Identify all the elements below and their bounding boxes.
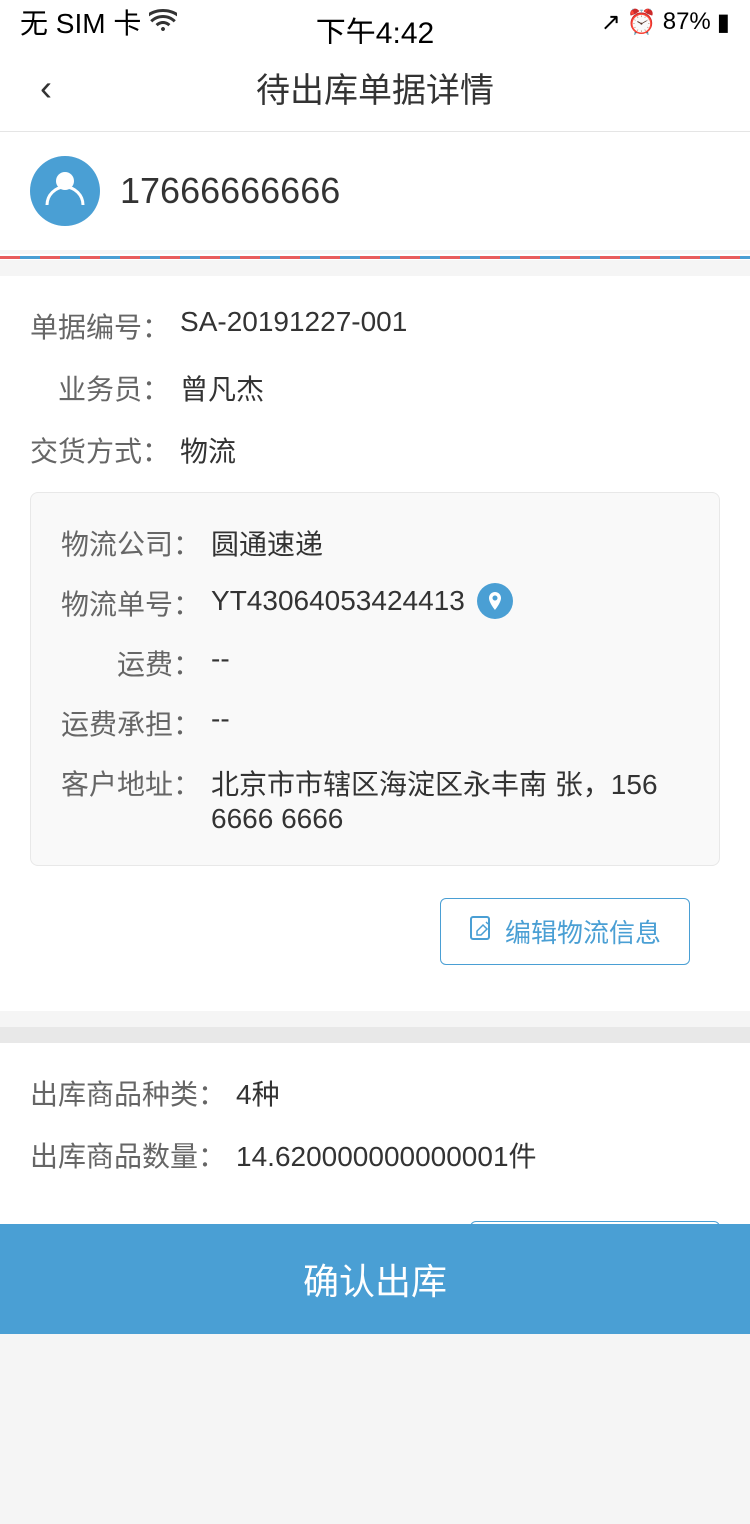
freight-label: 运费： <box>61 643 211 683</box>
location-status-icon: ↗ <box>601 8 621 37</box>
dashed-divider <box>0 254 750 260</box>
freight-row: 运费： -- <box>61 643 689 683</box>
freight-bear-row: 运费承担： -- <box>61 703 689 743</box>
address-label: 客户地址： <box>61 763 211 803</box>
staff-value: 曾凡杰 <box>180 368 720 408</box>
freight-bear-value: -- <box>211 703 689 735</box>
edit-logistics-button[interactable]: 编辑物流信息 <box>440 898 690 965</box>
status-bar: 无 SIM 卡 下午4:42 ↗ ⏰ 87% ▮ <box>0 0 750 44</box>
status-left: 无 SIM 卡 <box>20 2 177 42</box>
page-title: 待出库单据详情 <box>256 63 494 112</box>
alarm-icon: ⏰ <box>627 8 657 37</box>
logistics-card: 物流公司： 圆通速递 物流单号： YT43064053424413 运费： --… <box>30 492 720 866</box>
back-button[interactable]: ‹ <box>30 57 62 119</box>
tracking-value: YT43064053424413 <box>211 585 465 617</box>
customer-header: 17666666666 <box>0 132 750 250</box>
order-info-card: 单据编号： SA-20191227-001 业务员： 曾凡杰 交货方式： 物流 … <box>0 276 750 1011</box>
staff-row: 业务员： 曾凡杰 <box>30 368 720 408</box>
logistics-company-label: 物流公司： <box>61 523 211 563</box>
location-icon[interactable] <box>477 583 513 619</box>
order-no-value: SA-20191227-001 <box>180 306 720 338</box>
confirm-button-label: 确认出库 <box>303 1253 447 1305</box>
address-value: 北京市市辖区海淀区永丰南 张，156 6666 6666 <box>211 763 689 835</box>
delivery-value: 物流 <box>180 430 720 470</box>
avatar <box>30 156 100 226</box>
edit-icon <box>469 915 495 948</box>
goods-types-label: 出库商品种类： <box>30 1073 236 1113</box>
goods-types-value: 4种 <box>236 1073 720 1113</box>
edit-logistics-label: 编辑物流信息 <box>505 913 661 950</box>
battery-percentage: 87% <box>663 8 711 36</box>
address-row: 客户地址： 北京市市辖区海淀区永丰南 张，156 6666 6666 <box>61 763 689 835</box>
delivery-row: 交货方式： 物流 <box>30 430 720 470</box>
carrier-label: 无 SIM 卡 <box>20 2 141 42</box>
order-no-label: 单据编号： <box>30 306 180 346</box>
goods-quantity-label: 出库商品数量： <box>30 1135 236 1175</box>
goods-quantity-value: 14.620000000000001件 <box>236 1135 720 1175</box>
logistics-company-row: 物流公司： 圆通速递 <box>61 523 689 563</box>
order-no-row: 单据编号： SA-20191227-001 <box>30 306 720 346</box>
customer-phone: 17666666666 <box>120 170 340 212</box>
confirm-button[interactable]: 确认出库 <box>0 1224 750 1334</box>
section-separator <box>0 1027 750 1043</box>
goods-types-row: 出库商品种类： 4种 <box>30 1073 720 1113</box>
tracking-value-container: YT43064053424413 <box>211 583 689 619</box>
edit-logistics-container: 编辑物流信息 <box>30 882 720 981</box>
goods-info-card: 出库商品种类： 4种 出库商品数量： 14.620000000000001件 <box>0 1043 750 1205</box>
avatar-icon <box>44 165 86 217</box>
wifi-icon <box>149 6 177 38</box>
staff-label: 业务员： <box>30 368 180 408</box>
battery-icon: ▮ <box>717 8 730 37</box>
freight-bear-label: 运费承担： <box>61 703 211 743</box>
tracking-row: 物流单号： YT43064053424413 <box>61 583 689 623</box>
status-right: ↗ ⏰ 87% ▮ <box>601 8 730 37</box>
delivery-label: 交货方式： <box>30 430 180 470</box>
tracking-label: 物流单号： <box>61 583 211 623</box>
logistics-company-value: 圆通速递 <box>211 523 689 563</box>
freight-value: -- <box>211 643 689 675</box>
bottom-space <box>0 1304 750 1524</box>
nav-bar: ‹ 待出库单据详情 <box>0 44 750 132</box>
goods-quantity-row: 出库商品数量： 14.620000000000001件 <box>30 1135 720 1175</box>
